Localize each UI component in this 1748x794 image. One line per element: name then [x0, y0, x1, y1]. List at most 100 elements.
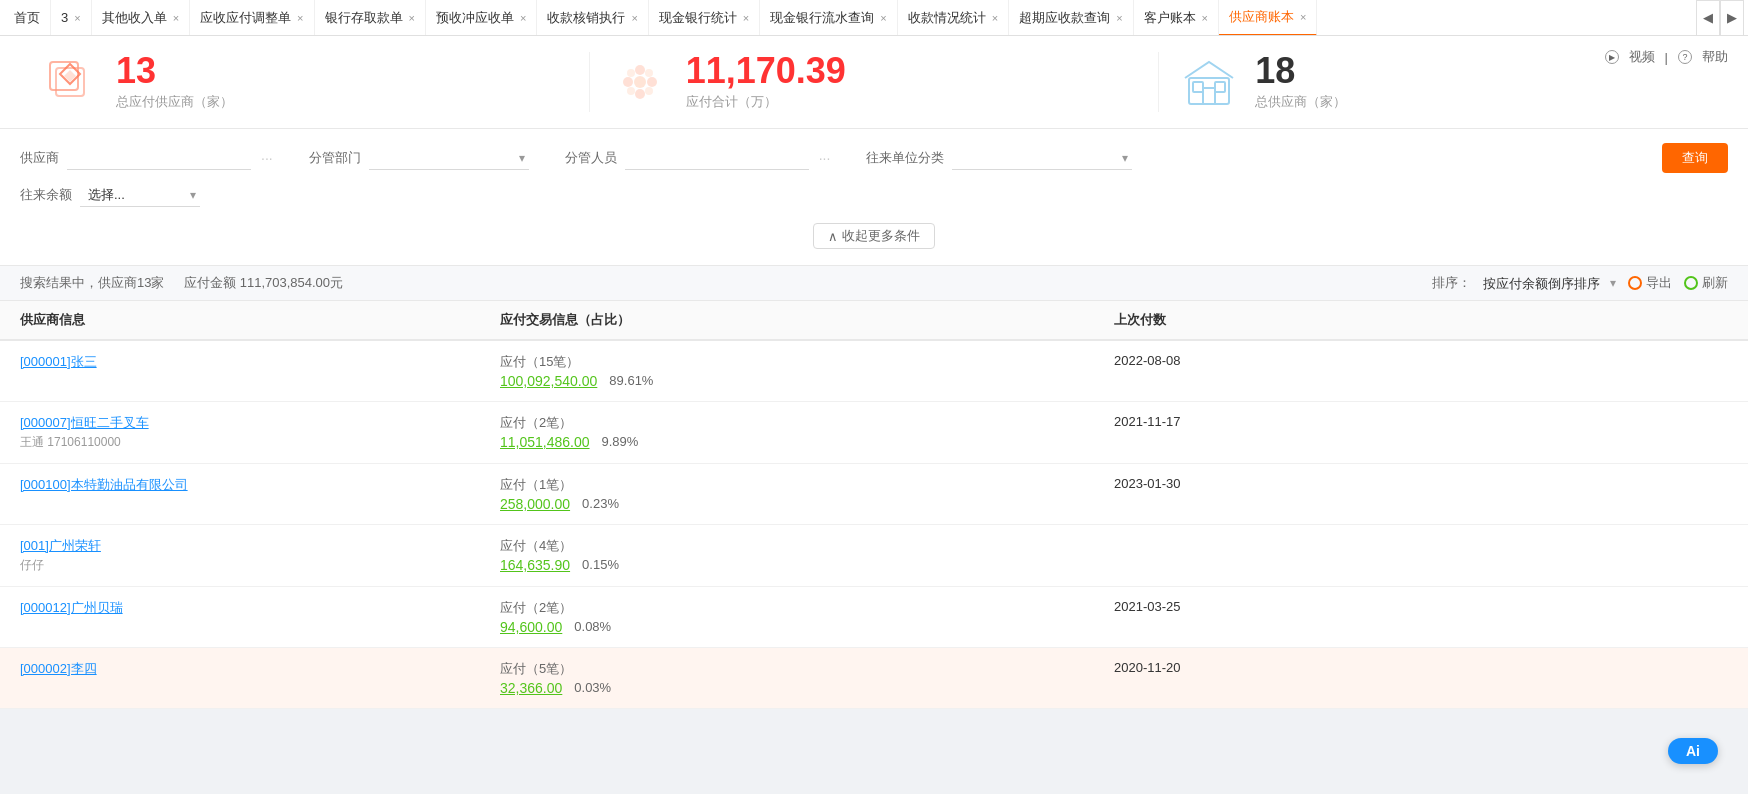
nav-item-customer-ledger[interactable]: 客户账本 ×	[1134, 0, 1219, 36]
results-actions: 排序： 按应付余额倒序排序 按应付余额升序排序 导出 刷新	[1432, 274, 1728, 292]
nav-item-ar-ap-adjust[interactable]: 应收应付调整单 ×	[190, 0, 314, 36]
ap-suppliers-number: 13	[116, 53, 233, 89]
card-content-ap-suppliers: 13 总应付供应商（家）	[116, 53, 233, 111]
nav-item-cash-bank-stat[interactable]: 现金银行统计 ×	[649, 0, 760, 36]
transaction-amount-1[interactable]: 100,092,540.00	[500, 373, 597, 389]
svg-point-8	[647, 77, 657, 87]
person-field: 分管人员 ···	[565, 146, 831, 170]
supplier-ellipsis[interactable]: ···	[261, 150, 273, 166]
nav-item-3[interactable]: 3 ×	[51, 0, 92, 36]
video-link[interactable]: 视频	[1629, 48, 1655, 66]
pay-type-5: 应付	[500, 599, 526, 617]
sort-select[interactable]: 按应付余额倒序排序 按应付余额升序排序	[1483, 276, 1616, 291]
transaction-row-2: 应付 （2笔）	[500, 414, 1114, 432]
transaction-percent-4: 0.15%	[582, 557, 619, 572]
transaction-amount-2[interactable]: 11,051,486.00	[500, 434, 590, 450]
category-select[interactable]	[952, 146, 1132, 170]
close-icon-supplier-ledger[interactable]: ×	[1300, 11, 1306, 23]
table-row: [000007]恒旺二手叉车 王通 17106110000 应付 （2笔） 11…	[0, 402, 1748, 464]
transaction-amount-3[interactable]: 258,000.00	[500, 496, 570, 512]
close-icon-receipt-stat[interactable]: ×	[992, 12, 998, 24]
table-section: 供应商信息 应付交易信息（占比） 上次付数 [000001]张三 应付 （15笔…	[0, 301, 1748, 709]
supplier-link-1[interactable]: [000001]张三	[20, 354, 97, 369]
svg-rect-14	[1203, 88, 1215, 104]
transaction-row-3: 应付 （1笔）	[500, 476, 1114, 494]
supplier-link-2[interactable]: [000007]恒旺二手叉车	[20, 415, 149, 430]
export-circle-icon	[1628, 276, 1642, 290]
diamond-icon	[40, 52, 100, 112]
nav-arrow-right[interactable]: ▶	[1720, 0, 1744, 36]
help-link[interactable]: 帮助	[1702, 48, 1728, 66]
transaction-amount-row-6: 32,366.00 0.03%	[500, 678, 1114, 696]
supplier-link-5[interactable]: [000012]广州贝瑞	[20, 600, 123, 615]
transaction-amount-5[interactable]: 94,600.00	[500, 619, 562, 635]
category-field: 往来单位分类	[866, 146, 1132, 170]
last-pay-1: 2022-08-08	[1114, 353, 1728, 368]
collapse-button[interactable]: ∧ 收起更多条件	[813, 223, 935, 249]
transaction-info-3: 应付 （1笔） 258,000.00 0.23%	[500, 476, 1114, 512]
transaction-amount-6[interactable]: 32,366.00	[500, 680, 562, 696]
nav-item-supplier-ledger[interactable]: 供应商账本 ×	[1219, 0, 1317, 36]
nav-item-receipt-stat[interactable]: 收款情况统计 ×	[898, 0, 1009, 36]
pay-type-3: 应付	[500, 476, 526, 494]
nav-item-prepay-ar[interactable]: 预收冲应收单 ×	[426, 0, 537, 36]
separator: |	[1665, 50, 1668, 65]
close-icon-customer-ledger[interactable]: ×	[1202, 12, 1208, 24]
nav-label-3: 3	[61, 10, 68, 25]
last-pay-3: 2023-01-30	[1114, 476, 1728, 491]
supplier-link-4[interactable]: [001]广州荣轩	[20, 538, 101, 553]
close-icon-cash-flow-query[interactable]: ×	[880, 12, 886, 24]
nav-item-overdue-ar[interactable]: 超期应收款查询 ×	[1009, 0, 1133, 36]
nav-label-home: 首页	[14, 9, 40, 27]
nav-item-other-income[interactable]: 其他收入单 ×	[92, 0, 190, 36]
nav-item-bank-deposit[interactable]: 银行存取款单 ×	[315, 0, 426, 36]
last-pay-2: 2021-11-17	[1114, 414, 1728, 429]
flower-icon	[610, 52, 670, 112]
table-header: 供应商信息 应付交易信息（占比） 上次付数	[0, 301, 1748, 341]
transaction-amount-4[interactable]: 164,635.90	[500, 557, 570, 573]
ai-button[interactable]: Ai	[1668, 738, 1718, 764]
transaction-percent-5: 0.08%	[574, 619, 611, 634]
dept-select-wrapper	[369, 146, 529, 170]
nav-label-bank-deposit: 银行存取款单	[325, 9, 403, 27]
nav-label-cash-bank-stat: 现金银行统计	[659, 9, 737, 27]
close-icon-overdue-ar[interactable]: ×	[1116, 12, 1122, 24]
supplier-info-4: [001]广州荣轩 仔仔	[20, 537, 500, 574]
transaction-amount-row-5: 94,600.00 0.08%	[500, 617, 1114, 635]
close-icon-prepay-ar[interactable]: ×	[520, 12, 526, 24]
refresh-action[interactable]: 刷新	[1684, 274, 1728, 292]
nav-arrow-left[interactable]: ◀	[1696, 0, 1720, 36]
close-icon-ar-ap-adjust[interactable]: ×	[297, 12, 303, 24]
col-header-transaction: 应付交易信息（占比）	[500, 311, 1114, 329]
close-icon-cash-bank-stat[interactable]: ×	[743, 12, 749, 24]
pay-count-3: （1笔）	[526, 476, 572, 494]
balance-select[interactable]: 选择...	[80, 183, 200, 207]
supplier-link-6[interactable]: [000002]李四	[20, 661, 97, 676]
summary-section: 13 总应付供应商（家） 11,170.39 应付合计（万）	[0, 36, 1748, 129]
category-select-wrapper	[952, 146, 1132, 170]
table-row: [000100]本特勤油品有限公司 应付 （1笔） 258,000.00 0.2…	[0, 464, 1748, 525]
supplier-field: 供应商 ···	[20, 146, 273, 170]
supplier-input[interactable]	[67, 146, 251, 170]
dept-select[interactable]	[369, 146, 529, 170]
nav-label-receipt-verify: 收款核销执行	[547, 9, 625, 27]
supplier-link-3[interactable]: [000100]本特勤油品有限公司	[20, 477, 188, 492]
query-button[interactable]: 查询	[1662, 143, 1728, 173]
close-icon-receipt-verify[interactable]: ×	[631, 12, 637, 24]
pay-count-5: （2笔）	[526, 599, 572, 617]
search-section: 供应商 ··· 分管部门 分管人员 ··· 往来单位分类	[0, 129, 1748, 266]
person-input[interactable]	[625, 146, 809, 170]
collapse-bar: ∧ 收起更多条件	[20, 217, 1728, 255]
close-icon-3[interactable]: ×	[74, 12, 80, 24]
person-ellipsis[interactable]: ···	[819, 150, 831, 166]
nav-item-receipt-verify[interactable]: 收款核销执行 ×	[537, 0, 648, 36]
close-icon-bank-deposit[interactable]: ×	[409, 12, 415, 24]
results-supplier-count: 搜索结果中，供应商13家	[20, 275, 164, 290]
export-action[interactable]: 导出	[1628, 274, 1672, 292]
transaction-info-5: 应付 （2笔） 94,600.00 0.08%	[500, 599, 1114, 635]
category-label: 往来单位分类	[866, 149, 944, 167]
close-icon-other-income[interactable]: ×	[173, 12, 179, 24]
nav-item-cash-flow-query[interactable]: 现金银行流水查询 ×	[760, 0, 897, 36]
transaction-row-5: 应付 （2笔）	[500, 599, 1114, 617]
nav-item-home[interactable]: 首页	[4, 0, 51, 36]
